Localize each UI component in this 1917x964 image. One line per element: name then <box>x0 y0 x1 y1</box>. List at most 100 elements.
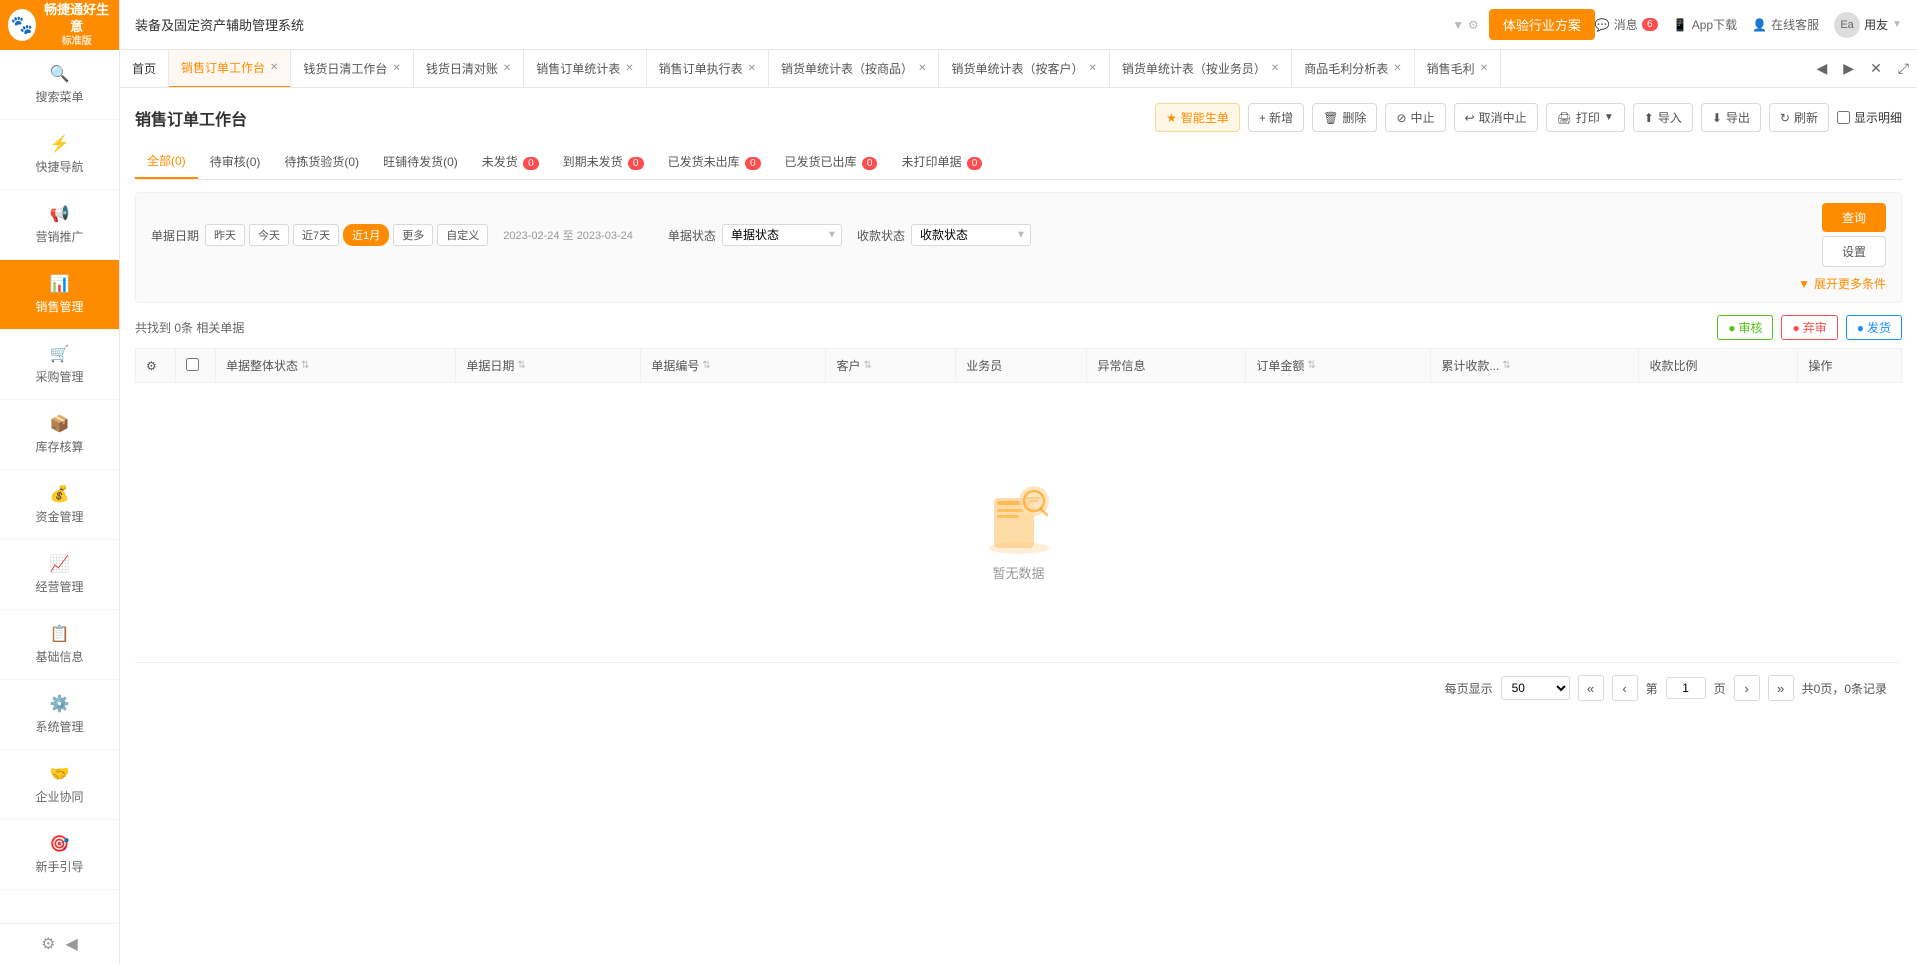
tab-close-icon[interactable]: ✕ <box>1088 63 1096 74</box>
sort-date[interactable]: 单据日期 ⇅ <box>466 357 525 374</box>
tab-sales-order-execution[interactable]: 销售订单执行表 ✕ <box>647 50 769 88</box>
sidebar-item-inventory[interactable]: 📦 库存核算 <box>0 400 119 470</box>
delete-button[interactable]: 🗑 删除 <box>1312 103 1377 132</box>
ship-icon: ● <box>1857 321 1864 335</box>
filter-set-button[interactable]: 设置 <box>1822 236 1886 267</box>
sub-tab-expired-not-shipped[interactable]: 到期未发货 0 <box>551 145 656 178</box>
print-button[interactable]: 🖨 打印 ▼ <box>1546 103 1625 132</box>
tab-close-icon[interactable]: ✕ <box>918 63 926 74</box>
sub-tab-all[interactable]: 全部(0) <box>135 144 198 179</box>
tab-close-icon[interactable]: ✕ <box>748 63 756 74</box>
sidebar-item-purchase[interactable]: 🛒 采购管理 <box>0 330 119 400</box>
sub-tab-shipped-stored[interactable]: 已发货已出库 0 <box>773 145 890 178</box>
not-printed-badge: 0 <box>967 157 983 170</box>
revoke-button[interactable]: ● 弃审 <box>1781 315 1837 340</box>
add-button[interactable]: + 新增 <box>1248 103 1304 132</box>
tab-scroll-right-button[interactable]: ▶ <box>1835 56 1862 81</box>
tab-close-icon[interactable]: ✕ <box>270 62 278 73</box>
current-page-input[interactable] <box>1666 677 1706 699</box>
yesterday-btn[interactable]: 昨天 <box>205 224 245 246</box>
today-btn[interactable]: 今天 <box>249 224 289 246</box>
expand-filter-button[interactable]: ▼ 展开更多条件 <box>1798 275 1886 292</box>
tab-close-icon[interactable]: ✕ <box>392 63 400 74</box>
tab-scroll-left-button[interactable]: ◀ <box>1809 56 1836 81</box>
page-size-select[interactable]: 10 20 50 100 <box>1501 676 1570 700</box>
smart-create-button[interactable]: ★ 智能生单 <box>1155 103 1240 132</box>
user-area[interactable]: Ea 用友 ▼ <box>1834 12 1902 38</box>
tab-close-icon[interactable]: ✕ <box>503 63 511 74</box>
settings-icon[interactable]: ⚙ <box>41 934 55 954</box>
tab-sales-profit[interactable]: 销售毛利 ✕ <box>1415 50 1501 88</box>
message-button[interactable]: 💬 消息 6 <box>1595 16 1658 33</box>
sidebar-item-quick-nav[interactable]: ⚡ 快捷导航 <box>0 120 119 190</box>
tab-gross-profit[interactable]: 商品毛利分析表 ✕ <box>1292 50 1414 88</box>
industry-solution-button[interactable]: 体验行业方案 <box>1489 9 1595 40</box>
last7days-btn[interactable]: 近7天 <box>293 224 339 246</box>
sort-collected[interactable]: 累计收款... ⇅ <box>1441 357 1510 374</box>
tab-expand-button[interactable]: ⤢ <box>1890 56 1917 81</box>
tab-home[interactable]: 首页 <box>120 50 169 88</box>
sidebar-item-finance[interactable]: 💰 资金管理 <box>0 470 119 540</box>
export-button[interactable]: ⬇ 导出 <box>1701 103 1761 132</box>
sidebar-item-guide[interactable]: 🎯 新手引导 <box>0 820 119 890</box>
sidebar-item-sales[interactable]: 📊 销售管理 <box>0 260 119 330</box>
cancel-stop-button[interactable]: ↩ 取消中止 <box>1454 103 1538 132</box>
sub-tab-pending-inspection[interactable]: 待拣货验货(0) <box>272 145 371 178</box>
refresh-button[interactable]: ↻ 刷新 <box>1769 103 1829 132</box>
th-operation: 操作 <box>1798 349 1902 383</box>
online-service-button[interactable]: 👤 在线客服 <box>1752 16 1819 33</box>
sub-tab-wangpu-pending-ship[interactable]: 旺铺待发货(0) <box>371 145 470 178</box>
th-exception: 异常信息 <box>1087 349 1246 383</box>
tab-close-icon[interactable]: ✕ <box>1393 63 1401 74</box>
sub-tab-not-printed[interactable]: 未打印单据 0 <box>889 145 994 178</box>
tab-close-icon[interactable]: ✕ <box>1271 63 1279 74</box>
sidebar-item-enterprise[interactable]: 🤝 企业协同 <box>0 750 119 820</box>
query-button[interactable]: 查询 <box>1822 203 1886 232</box>
sub-tab-shipped-not-stored[interactable]: 已发货未出库 0 <box>656 145 773 178</box>
settings-gear-icon[interactable]: ⚙ <box>1468 18 1479 32</box>
expired-badge: 0 <box>628 157 644 170</box>
display-detail-label[interactable]: 显示明细 <box>1837 109 1902 126</box>
approve-button[interactable]: ● 审核 <box>1717 315 1773 340</box>
last-month-btn[interactable]: 近1月 <box>343 224 389 246</box>
tab-sales-order-stats[interactable]: 销售订单统计表 ✕ <box>524 50 646 88</box>
tab-close-icon[interactable]: ✕ <box>625 63 633 74</box>
sidebar-item-marketing[interactable]: 📢 营销推广 <box>0 190 119 260</box>
payment-select[interactable]: 收款状态 <box>911 224 1031 246</box>
sidebar-item-search[interactable]: 🔍 搜索菜单 <box>0 50 119 120</box>
display-detail-checkbox[interactable] <box>1837 111 1850 124</box>
sort-customer[interactable]: 客户 ⇅ <box>836 357 871 374</box>
stop-button[interactable]: ⊘ 中止 <box>1385 103 1445 132</box>
tab-cash-daily-clearing[interactable]: 钱货日清工作台 ✕ <box>291 50 413 88</box>
sub-tab-not-shipped[interactable]: 未发货 0 <box>470 145 551 178</box>
more-btn[interactable]: 更多 <box>393 224 433 246</box>
status-select[interactable]: 单据状态 <box>722 224 842 246</box>
tab-cash-goods-reconciliation[interactable]: 钱货日清对账 ✕ <box>414 50 524 88</box>
tab-close-all-button[interactable]: ✕ <box>1862 56 1890 81</box>
tab-sales-order-workbench[interactable]: 销售订单工作台 ✕ <box>169 50 291 88</box>
first-page-button[interactable]: « <box>1578 675 1604 701</box>
prev-page-button[interactable]: ‹ <box>1612 675 1638 701</box>
select-all-checkbox[interactable] <box>186 358 199 371</box>
import-button[interactable]: ⬆ 导入 <box>1633 103 1693 132</box>
column-settings-icon[interactable]: ⚙ <box>146 359 157 373</box>
ship-button[interactable]: ● 发货 <box>1846 315 1902 340</box>
tab-sales-stats-by-product[interactable]: 销货单统计表（按商品） ✕ <box>769 50 939 88</box>
next-page-button[interactable]: › <box>1734 675 1760 701</box>
sub-tab-pending-review[interactable]: 待审核(0) <box>198 145 273 178</box>
sort-icon: ⇅ <box>301 360 309 371</box>
tab-sales-stats-by-customer[interactable]: 销货单统计表（按客户） ✕ <box>939 50 1109 88</box>
app-download-button[interactable]: 📱 App下载 <box>1673 16 1737 33</box>
status-filter: 单据状态 单据状态 ▼ <box>668 224 842 246</box>
last-page-button[interactable]: » <box>1768 675 1794 701</box>
tab-close-icon[interactable]: ✕ <box>1480 63 1488 74</box>
sidebar-item-basic[interactable]: 📋 基础信息 <box>0 610 119 680</box>
tab-sales-stats-by-salesperson[interactable]: 销货单统计表（按业务员） ✕ <box>1110 50 1292 88</box>
sidebar-item-system[interactable]: ⚙️ 系统管理 <box>0 680 119 750</box>
collapse-icon[interactable]: ◀ <box>66 934 78 954</box>
sort-status[interactable]: 单据整体状态 ⇅ <box>226 357 309 374</box>
custom-btn[interactable]: 自定义 <box>437 224 488 246</box>
sidebar-item-operations[interactable]: 📈 经营管理 <box>0 540 119 610</box>
sort-number[interactable]: 单据编号 ⇅ <box>651 357 710 374</box>
sort-amount[interactable]: 订单金额 ⇅ <box>1256 357 1315 374</box>
